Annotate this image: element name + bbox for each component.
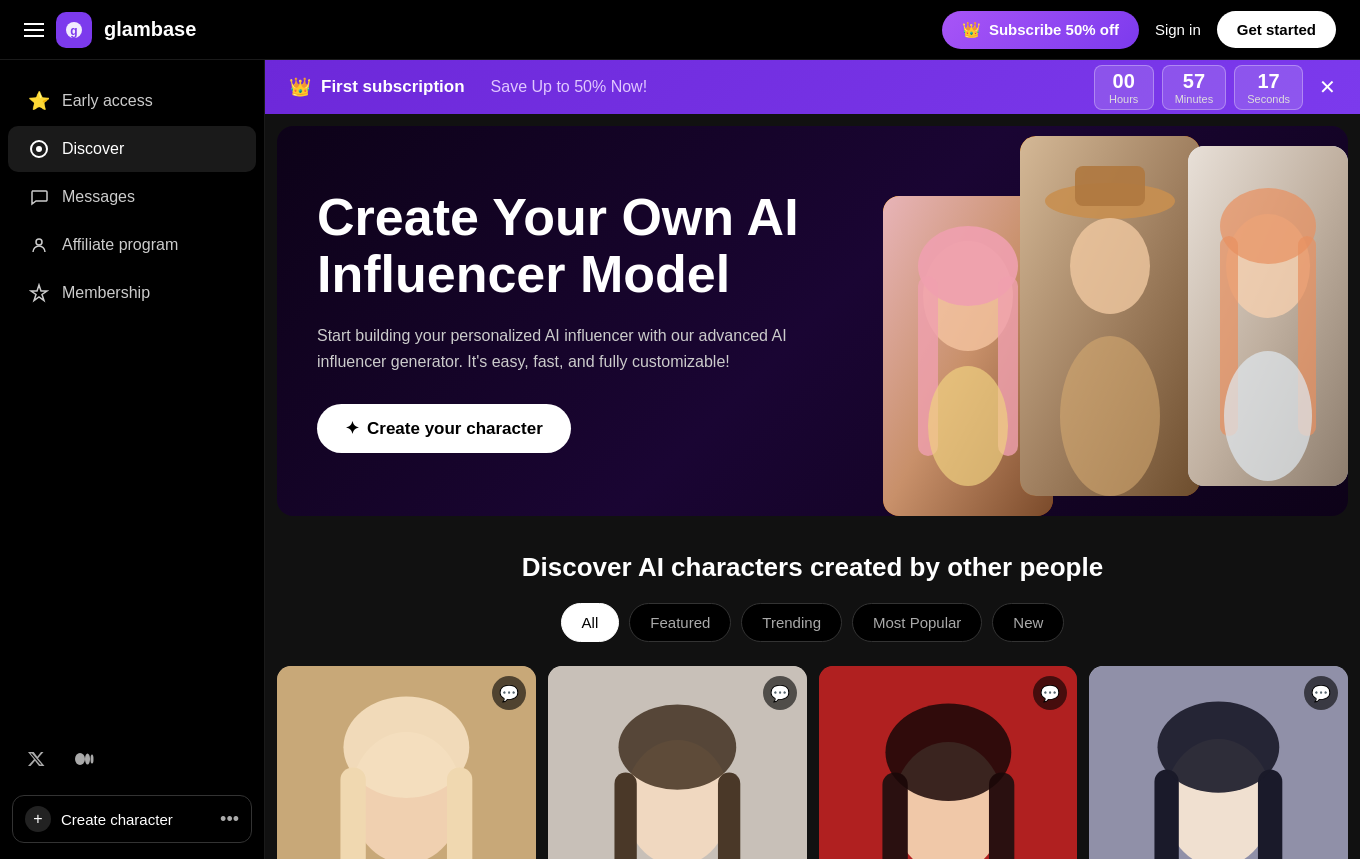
affiliate-icon xyxy=(28,234,50,256)
logo-text: glambase xyxy=(104,18,196,41)
create-character-bar[interactable]: + Create character ••• xyxy=(12,795,252,843)
svg-rect-28 xyxy=(340,767,365,859)
nav-right: 👑 Subscribe 50% off Sign in Get started xyxy=(942,11,1336,49)
svg-point-5 xyxy=(75,753,85,765)
plus-icon: + xyxy=(25,806,51,832)
medium-icon[interactable] xyxy=(68,743,100,775)
seconds-value: 17 xyxy=(1247,70,1290,93)
sidebar-item-early-access[interactable]: ⭐ Early access xyxy=(8,78,256,124)
twitter-icon[interactable] xyxy=(20,743,52,775)
svg-rect-33 xyxy=(614,773,636,859)
hero-image-center xyxy=(1020,136,1200,496)
hero-images xyxy=(878,126,1348,516)
character-grid: 💬 💬 xyxy=(277,666,1348,859)
crown-icon: 👑 xyxy=(962,21,981,39)
discover-section: Discover AI characters created by other … xyxy=(265,528,1360,859)
svg-point-24 xyxy=(1224,351,1312,481)
svg-point-13 xyxy=(928,366,1008,486)
discover-title: Discover AI characters created by other … xyxy=(277,552,1348,583)
messages-icon xyxy=(28,186,50,208)
minutes-label: Minutes xyxy=(1175,93,1214,105)
nav-left: g glambase xyxy=(24,12,196,48)
hero-description: Start building your personalized AI infl… xyxy=(317,323,817,374)
banner-right: 00 Hours 57 Minutes 17 Seconds ✕ xyxy=(1094,65,1336,110)
svg-rect-29 xyxy=(447,767,472,859)
banner-subtitle: Save Up to 50% Now! xyxy=(491,78,648,96)
seconds-timer: 17 Seconds xyxy=(1234,65,1303,110)
star-icon: ⭐ xyxy=(28,90,50,112)
svg-point-3 xyxy=(36,146,42,152)
filter-all[interactable]: All xyxy=(561,603,620,642)
sidebar-item-membership[interactable]: Membership xyxy=(8,270,256,316)
sidebar-item-discover[interactable]: Discover xyxy=(8,126,256,172)
message-icon[interactable]: 💬 xyxy=(763,676,797,710)
message-icon[interactable]: 💬 xyxy=(1304,676,1338,710)
banner-title: First subscription xyxy=(321,77,465,97)
filter-featured[interactable]: Featured xyxy=(629,603,731,642)
sidebar-nav: ⭐ Early access Discover Messa xyxy=(0,76,264,318)
main-layout: ⭐ Early access Discover Messa xyxy=(0,60,1360,859)
logo-icon: g xyxy=(56,12,92,48)
create-character-button[interactable]: ✦ Create your character xyxy=(317,404,571,453)
svg-point-7 xyxy=(91,755,94,764)
character-card[interactable]: 💬 xyxy=(277,666,536,859)
svg-point-35 xyxy=(618,705,736,790)
svg-rect-34 xyxy=(718,773,740,859)
minutes-value: 57 xyxy=(1175,70,1214,93)
hours-timer: 00 Hours xyxy=(1094,65,1154,110)
membership-icon xyxy=(28,282,50,304)
top-navigation: g glambase 👑 Subscribe 50% off Sign in G… xyxy=(0,0,1360,60)
svg-text:g: g xyxy=(70,24,77,38)
getstarted-button[interactable]: Get started xyxy=(1217,11,1336,48)
filter-trending[interactable]: Trending xyxy=(741,603,842,642)
svg-rect-46 xyxy=(1258,770,1282,860)
more-options-icon[interactable]: ••• xyxy=(220,809,239,830)
hours-value: 00 xyxy=(1107,70,1141,93)
svg-point-47 xyxy=(1158,702,1280,793)
sidebar-item-affiliate[interactable]: Affiliate program xyxy=(8,222,256,268)
hero-text: Create Your Own AI Influencer Model Star… xyxy=(317,189,817,454)
minutes-timer: 57 Minutes xyxy=(1162,65,1227,110)
message-icon[interactable]: 💬 xyxy=(1033,676,1067,710)
character-card[interactable]: 💬 xyxy=(1089,666,1348,859)
social-icons xyxy=(12,735,252,783)
svg-point-17 xyxy=(1070,218,1150,314)
hero-section: Create Your Own AI Influencer Model Star… xyxy=(277,126,1348,516)
sidebar-item-messages[interactable]: Messages xyxy=(8,174,256,220)
filter-tabs: All Featured Trending Most Popular New xyxy=(277,603,1348,642)
main-content: 👑 First subscription Save Up to 50% Now!… xyxy=(265,60,1360,859)
filter-new[interactable]: New xyxy=(992,603,1064,642)
character-card[interactable]: 💬 xyxy=(548,666,807,859)
svg-point-6 xyxy=(85,754,90,765)
svg-rect-16 xyxy=(1075,166,1145,206)
sparkle-icon: ✦ xyxy=(345,418,359,439)
svg-rect-45 xyxy=(1155,770,1179,860)
seconds-label: Seconds xyxy=(1247,93,1290,105)
svg-point-18 xyxy=(1060,336,1160,496)
hours-label: Hours xyxy=(1107,93,1141,105)
banner-left: 👑 First subscription Save Up to 50% Now! xyxy=(289,76,647,98)
subscribe-button[interactable]: 👑 Subscribe 50% off xyxy=(942,11,1139,49)
banner-close-button[interactable]: ✕ xyxy=(1319,75,1336,99)
filter-most-popular[interactable]: Most Popular xyxy=(852,603,982,642)
svg-point-4 xyxy=(36,239,42,245)
banner-crown-icon: 👑 xyxy=(289,76,311,98)
svg-point-41 xyxy=(885,704,1011,801)
promo-banner: 👑 First subscription Save Up to 50% Now!… xyxy=(265,60,1360,114)
signin-button[interactable]: Sign in xyxy=(1155,21,1201,38)
hero-image-right xyxy=(1188,146,1348,486)
hero-title: Create Your Own AI Influencer Model xyxy=(317,189,817,303)
message-icon[interactable]: 💬 xyxy=(492,676,526,710)
sidebar-bottom: + Create character ••• xyxy=(0,723,264,843)
sidebar: ⭐ Early access Discover Messa xyxy=(0,60,265,859)
create-character-left: + Create character xyxy=(25,806,173,832)
character-card[interactable]: 💬 xyxy=(819,666,1078,859)
discover-icon xyxy=(28,138,50,160)
hamburger-button[interactable] xyxy=(24,23,44,37)
